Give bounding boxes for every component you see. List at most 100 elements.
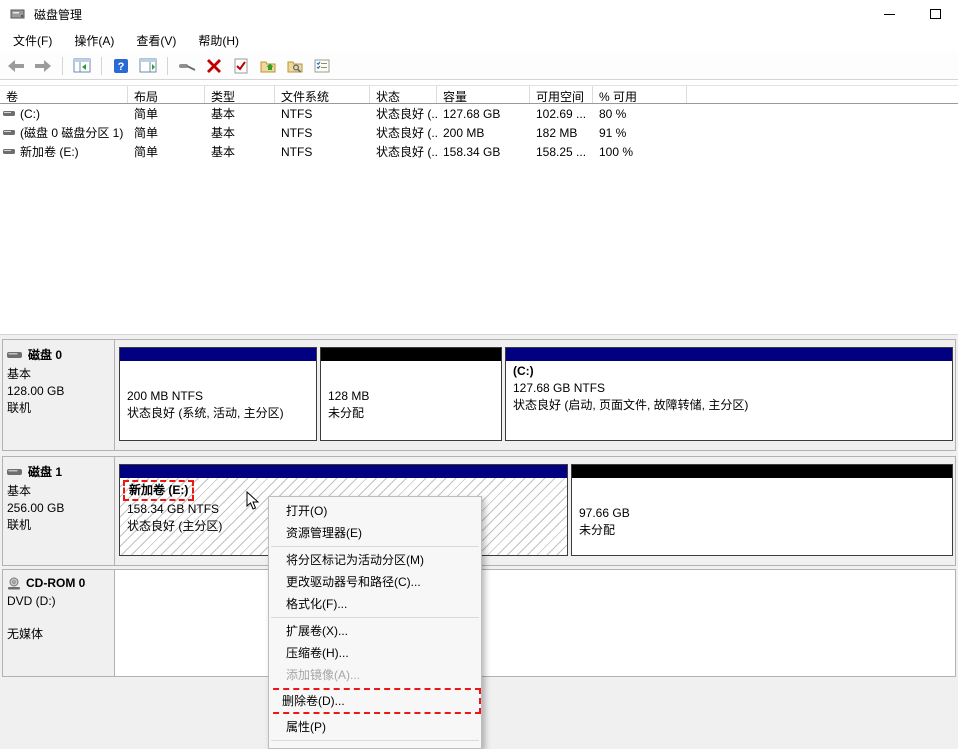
cell-free: 158.25 ... bbox=[536, 144, 587, 159]
column-header-volume[interactable]: 卷 bbox=[0, 86, 128, 103]
menu-item-change-drive-letter[interactable]: 更改驱动器号和路径(C)... bbox=[269, 571, 481, 593]
toolbar-separator bbox=[101, 56, 102, 75]
cell-pct: 100 % bbox=[599, 144, 634, 159]
menu-item-shrink-volume[interactable]: 压缩卷(H)... bbox=[269, 642, 481, 664]
disk-status: 联机 bbox=[7, 401, 32, 415]
maximize-button[interactable] bbox=[912, 0, 958, 28]
cdrom-0-graph[interactable] bbox=[115, 570, 955, 676]
partition-c-drive[interactable]: (C:) 127.68 GB NTFS 状态良好 (启动, 页面文件, 故障转储… bbox=[505, 347, 953, 441]
column-header-type[interactable]: 类型 bbox=[205, 86, 275, 103]
partition-status: 未分配 bbox=[328, 406, 365, 420]
minimize-button[interactable] bbox=[866, 0, 912, 28]
partition-status: 状态良好 (系统, 活动, 主分区) bbox=[127, 406, 284, 420]
disk-status: 联机 bbox=[7, 518, 32, 532]
help-icon[interactable]: ? bbox=[111, 56, 131, 76]
folder-up-icon[interactable] bbox=[258, 56, 278, 76]
cell-free: 102.69 ... bbox=[536, 106, 587, 121]
svg-text:?: ? bbox=[118, 61, 125, 73]
partition-status: 状态良好 (启动, 页面文件, 故障转储, 主分区) bbox=[513, 398, 749, 412]
disk-size: 128.00 GB bbox=[7, 384, 65, 398]
menu-view[interactable]: 查看(V) bbox=[125, 29, 187, 52]
menu-item-extend-volume[interactable]: 扩展卷(X)... bbox=[269, 620, 481, 642]
delete-volume-icon[interactable] bbox=[204, 56, 224, 76]
disk-0-graph: 200 MB NTFS 状态良好 (系统, 活动, 主分区) 128 MB 未分… bbox=[115, 340, 955, 450]
partition-color-bar bbox=[506, 348, 952, 361]
toolbar: ? bbox=[0, 52, 958, 80]
volume-name: (磁盘 0 磁盘分区 1) bbox=[20, 126, 124, 140]
partition-size: 97.66 GB bbox=[579, 506, 630, 520]
menu-item-open[interactable]: 打开(O) bbox=[269, 500, 481, 522]
forward-icon[interactable] bbox=[33, 56, 53, 76]
menu-item-explorer[interactable]: 资源管理器(E) bbox=[269, 522, 481, 544]
menu-separator bbox=[271, 617, 479, 618]
validate-document-icon[interactable] bbox=[231, 56, 251, 76]
back-icon[interactable] bbox=[6, 56, 26, 76]
cdrom-media-status: 无媒体 bbox=[7, 627, 44, 641]
cell-fs: NTFS bbox=[281, 106, 313, 121]
volume-name: (C:) bbox=[20, 106, 40, 121]
disk-1-graph: 新加卷 (E:) 158.34 GB NTFS 状态良好 (主分区) 97.66… bbox=[115, 457, 955, 565]
menu-item-properties[interactable]: 属性(P) bbox=[269, 716, 481, 738]
menu-item-add-mirror: 添加镜像(A)... bbox=[286, 668, 360, 682]
column-header-layout[interactable]: 布局 bbox=[128, 86, 205, 103]
cell-status: 状态良好 (... bbox=[376, 145, 437, 159]
show-console-tree-icon[interactable] bbox=[72, 56, 92, 76]
cell-type: 基本 bbox=[211, 126, 236, 140]
column-header-capacity[interactable]: 容量 bbox=[437, 86, 530, 103]
minimize-icon bbox=[883, 13, 895, 15]
cdrom-name: CD-ROM 0 bbox=[26, 576, 86, 590]
column-header-status[interactable]: 状态 bbox=[370, 86, 437, 103]
cell-pct: 80 % bbox=[599, 106, 627, 121]
cell-layout: 简单 bbox=[134, 145, 159, 159]
cell-status: 状态良好 (... bbox=[376, 126, 437, 140]
disk-name: 磁盘 0 bbox=[28, 348, 63, 362]
partition-system-reserved[interactable]: 200 MB NTFS 状态良好 (系统, 活动, 主分区) bbox=[119, 347, 317, 441]
menu-file[interactable]: 文件(F) bbox=[2, 29, 63, 52]
menu-help[interactable]: 帮助(H) bbox=[187, 29, 250, 52]
properties-list-icon[interactable] bbox=[312, 56, 332, 76]
toolbar-separator bbox=[62, 56, 63, 75]
menu-action[interactable]: 操作(A) bbox=[63, 29, 125, 52]
folder-find-icon[interactable] bbox=[285, 56, 305, 76]
partition-size: 127.68 GB NTFS bbox=[513, 381, 606, 395]
toolbar-separator bbox=[167, 56, 168, 75]
cell-type: 基本 bbox=[211, 145, 236, 159]
cell-type: 基本 bbox=[211, 107, 236, 121]
cell-status: 状态良好 (... bbox=[376, 107, 437, 121]
disk-1-label-panel[interactable]: 磁盘 1 基本 256.00 GB 联机 bbox=[3, 457, 115, 565]
menu-item-mark-active[interactable]: 将分区标记为活动分区(M) bbox=[269, 549, 481, 571]
cdrom-icon bbox=[8, 577, 20, 589]
column-header-filler bbox=[687, 86, 958, 103]
partition-color-bar bbox=[120, 348, 316, 361]
column-header-filesystem[interactable]: 文件系统 bbox=[275, 86, 370, 103]
disk-0-label-panel[interactable]: 磁盘 0 基本 128.00 GB 联机 bbox=[3, 340, 115, 450]
column-header-pct-free[interactable]: % 可用 bbox=[593, 86, 687, 103]
disk-0-row: 磁盘 0 基本 128.00 GB 联机 200 MB NTFS 状态良好 (系… bbox=[2, 339, 956, 451]
window-title: 磁盘管理 bbox=[34, 7, 83, 22]
cdrom-drive-letter: DVD (D:) bbox=[7, 594, 56, 608]
table-row-volume-e[interactable]: 新加卷 (E:) 简单 基本 NTFS 状态良好 (... 158.34 GB … bbox=[0, 142, 958, 161]
cell-fs: NTFS bbox=[281, 125, 313, 140]
partition-unallocated-97gb[interactable]: 97.66 GB 未分配 bbox=[571, 464, 953, 556]
column-header-free-space[interactable]: 可用空间 bbox=[530, 86, 593, 103]
partition-color-bar bbox=[572, 465, 952, 478]
volume-name: 新加卷 (E:) bbox=[20, 145, 79, 159]
menu-item-delete-volume[interactable]: 删除卷(D)... bbox=[269, 690, 479, 712]
partition-unallocated-128mb[interactable]: 128 MB 未分配 bbox=[320, 347, 502, 441]
cell-capacity: 200 MB bbox=[443, 125, 485, 140]
menu-bar: 文件(F) 操作(A) 查看(V) 帮助(H) bbox=[0, 28, 958, 52]
volume-table-header: 卷 布局 类型 文件系统 状态 容量 可用空间 % 可用 bbox=[0, 85, 958, 104]
menu-item-format[interactable]: 格式化(F)... bbox=[269, 593, 481, 615]
disk-kind: 基本 bbox=[7, 367, 32, 381]
partition-title: (C:) bbox=[513, 364, 534, 378]
cell-pct: 91 % bbox=[599, 125, 627, 140]
tools-icon[interactable] bbox=[177, 56, 197, 76]
show-action-pane-icon[interactable] bbox=[138, 56, 158, 76]
table-row-volume-c[interactable]: (C:) 简单 基本 NTFS 状态良好 (... 127.68 GB 102.… bbox=[0, 104, 958, 123]
volume-icon bbox=[3, 149, 15, 154]
table-row-volume-disk0-part1[interactable]: (磁盘 0 磁盘分区 1) 简单 基本 NTFS 状态良好 (... 200 M… bbox=[0, 123, 958, 142]
cell-layout: 简单 bbox=[134, 107, 159, 121]
menu-separator bbox=[271, 740, 479, 741]
cdrom-0-label-panel[interactable]: CD-ROM 0 DVD (D:) 无媒体 bbox=[3, 570, 115, 676]
volume-rows: (C:) 简单 基本 NTFS 状态良好 (... 127.68 GB 102.… bbox=[0, 104, 958, 161]
